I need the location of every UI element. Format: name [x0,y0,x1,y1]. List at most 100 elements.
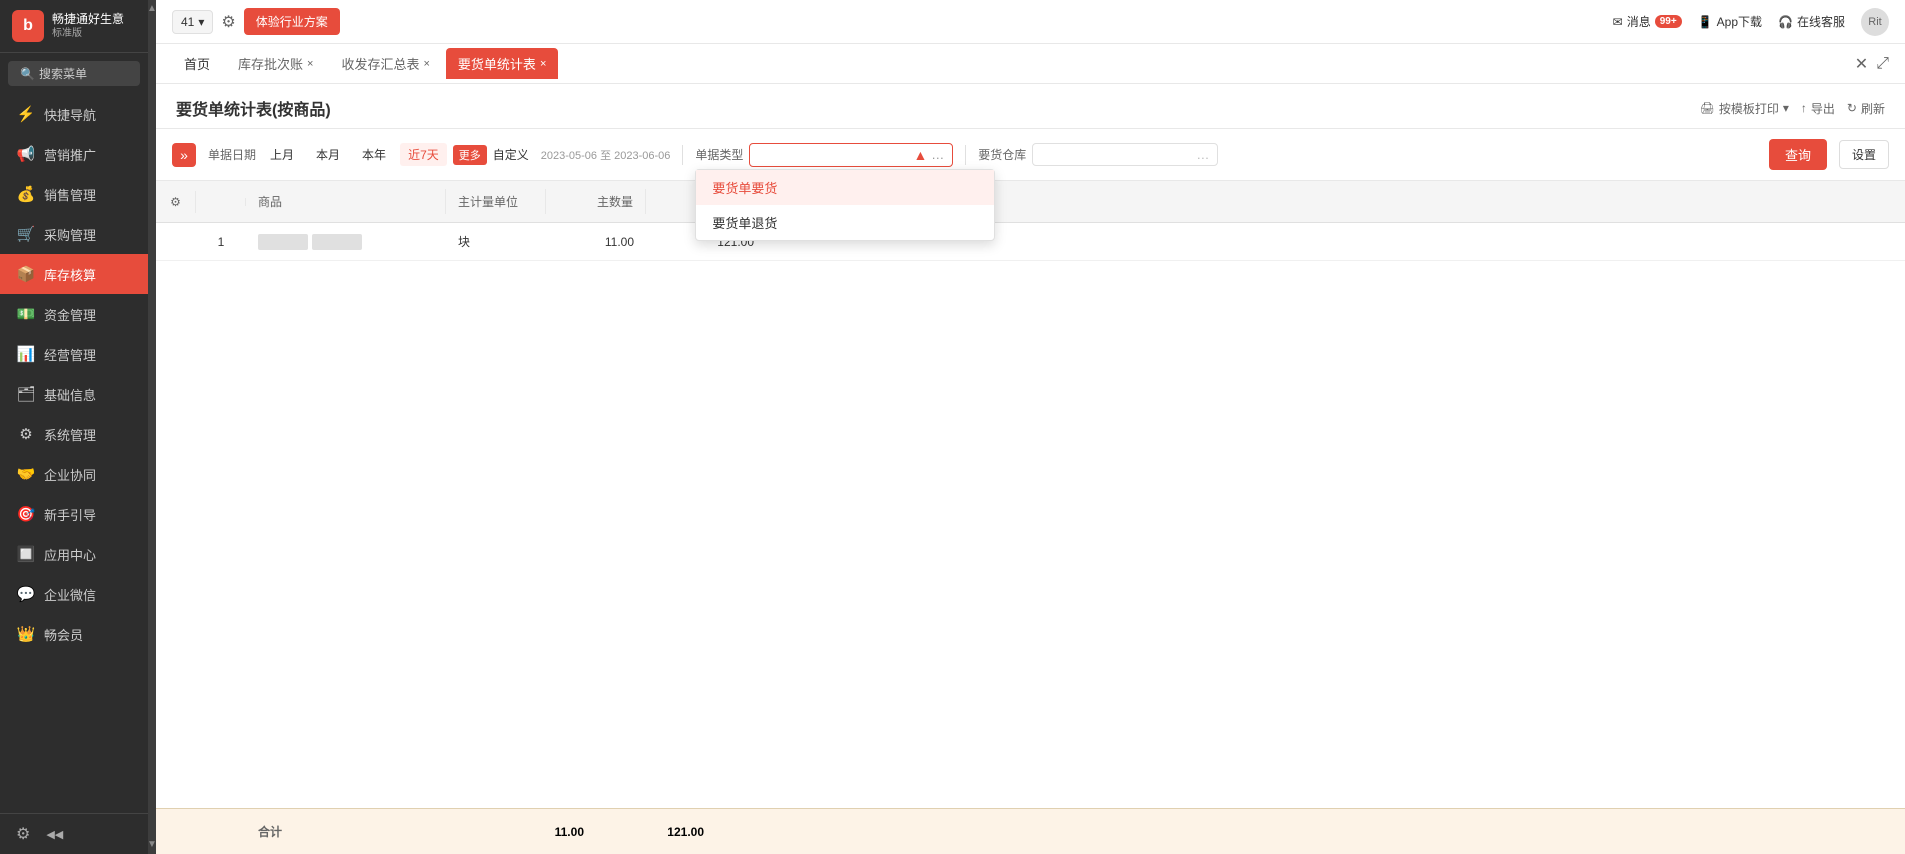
td-settings [156,238,196,246]
sidebar-item-新手引导[interactable]: 🎯 新手引导 [0,494,148,534]
tab-close-2[interactable]: × [423,58,429,70]
notification-badge: 99+ [1655,15,1682,28]
store-selector[interactable]: 41 ▾ [172,10,213,34]
page-actions: 🖨 按模板打印 ▾ ↑ 导出 ↻ 刷新 [1700,100,1885,117]
collapse-footer-icon[interactable]: ◀◀ [46,828,63,841]
filter-bar: » 单据日期 上月 本月 本年 近7天 更多 自定义 2023-05-06 至 … [156,129,1905,181]
expand-tab-icon[interactable]: ⤢ [1876,55,1889,73]
date-btn-this-year[interactable]: 本年 [354,143,394,166]
dropdown-item-0[interactable]: 要货单要货 [696,170,994,205]
sidebar-search[interactable]: 🔍 搜索菜单 [8,61,140,86]
trial-button[interactable]: 体验行业方案 [244,8,340,35]
sidebar-item-经营管理[interactable]: 📊 经营管理 [0,334,148,374]
user-avatar[interactable]: Rit [1861,8,1889,36]
settings-footer-icon[interactable]: ⚙ [16,824,30,844]
page-header: 要货单统计表(按商品) 🖨 按模板打印 ▾ ↑ 导出 ↻ 刷新 [156,84,1905,129]
app-version: 标准版 [52,27,124,40]
nav-icon-6: 📊 [16,344,36,364]
online-service-action[interactable]: 🎧 在线客服 [1778,13,1845,30]
footer-total-qty: 11.00 [496,821,596,843]
table-wrap: ⚙ 商品 主计量单位 主数量 零售金额 1 [156,181,1905,854]
dropdown-item-1[interactable]: 要货单退货 [696,205,994,240]
filter-separator-2 [965,145,966,165]
warehouse-more-icon[interactable]: … [1196,147,1209,162]
print-template-button[interactable]: 🖨 按模板打印 ▾ [1700,100,1789,117]
nav-icon-3: 🛒 [16,224,36,244]
sidebar-item-企业微信[interactable]: 💬 企业微信 [0,574,148,614]
type-filter-dropdown: 要货单要货 要货单退货 [695,169,995,241]
sidebar-item-基础信息[interactable]: 🗂 基础信息 [0,374,148,414]
close-tab-icon[interactable]: ✕ [1855,54,1868,74]
topbar-settings-icon[interactable]: ⚙ [221,12,235,32]
topbar: 41 ▾ ⚙ 体验行业方案 ✉ 消息 99+ 📱 App下载 🎧 在线客服 Ri… [156,0,1905,44]
td-seq: 1 [196,231,246,253]
search-label: 搜索菜单 [39,65,87,82]
sidebar-item-采购管理[interactable]: 🛒 采购管理 [0,214,148,254]
nav-label-13: 畅会员 [44,625,83,644]
table-row: 1 块 11.00 121.00 [156,223,1905,261]
sidebar-item-库存核算[interactable]: 📦 库存核算 [0,254,148,294]
sidebar-item-销售管理[interactable]: 💰 销售管理 [0,174,148,214]
app-download-action[interactable]: 📱 App下载 [1698,13,1762,30]
nav-label-12: 企业微信 [44,585,96,604]
nav-label-4: 库存核算 [44,265,96,284]
query-button[interactable]: 查询 [1769,139,1827,170]
date-range-display: 2023-05-06 至 2023-06-06 [541,147,671,163]
td-unit: 块 [446,229,546,254]
content-area: 要货单统计表(按商品) 🖨 按模板打印 ▾ ↑ 导出 ↻ 刷新 » [156,84,1905,854]
sidebar-nav: ⚡ 快捷导航 📢 营销推广 💰 销售管理 🛒 采购管理 📦 库存核算 💵 资金管… [0,94,148,813]
nav-label-6: 经营管理 [44,345,96,364]
tab-label-1: 库存批次账 [238,54,303,73]
chevron-down-icon: ▾ [198,15,204,29]
sidebar-footer: ⚙ ◀◀ [0,813,148,854]
page-title: 要货单统计表(按商品) [176,96,331,120]
th-settings[interactable]: ⚙ [156,191,196,213]
footer-total-amount: 121.00 [596,821,716,843]
sidebar-item-资金管理[interactable]: 💵 资金管理 [0,294,148,334]
warehouse-filter-group: 要货仓库 … [978,143,1218,166]
td-qty: 11.00 [546,231,646,253]
footer-total-label: 合计 [246,819,496,844]
type-filter-more-icon[interactable]: … [931,147,944,162]
user-name: Rit [1868,16,1881,28]
type-filter-arrow-icon[interactable]: ▲ [913,147,927,163]
sidebar-item-企业协同[interactable]: 🤝 企业协同 [0,454,148,494]
sidebar-item-快捷导航[interactable]: ⚡ 快捷导航 [0,94,148,134]
tab-close-3[interactable]: × [540,58,546,70]
date-more-btn[interactable]: 更多 [453,145,487,165]
tab-close-1[interactable]: × [307,58,313,70]
date-btn-7days[interactable]: 近7天 [400,143,447,166]
date-filter-group: 单据日期 上月 本月 本年 近7天 更多 自定义 2023-05-06 至 20… [208,143,670,166]
sidebar-item-应用中心[interactable]: 🔲 应用中心 [0,534,148,574]
nav-icon-9: 🤝 [16,464,36,484]
main-area: 41 ▾ ⚙ 体验行业方案 ✉ 消息 99+ 📱 App下载 🎧 在线客服 Ri… [156,0,1905,854]
nav-icon-2: 💰 [16,184,36,204]
notification-label: 消息 [1627,13,1651,30]
app-name: 畅捷通好生意 [52,12,124,28]
type-filter-group: 单据类型 ▲ … 要货单要货 要货单退货 [695,143,953,167]
type-filter-label: 单据类型 [695,146,743,163]
warehouse-filter-input[interactable] [1041,148,1196,162]
type-filter-input[interactable] [758,148,913,162]
sidebar-item-营销推广[interactable]: 📢 营销推广 [0,134,148,174]
tab-1[interactable]: 库存批次账 × [226,48,325,79]
date-btn-last-month[interactable]: 上月 [262,143,302,166]
tab-3[interactable]: 要货单统计表× [446,48,558,79]
notifications-action[interactable]: ✉ 消息 99+ [1613,13,1682,30]
export-button[interactable]: ↑ 导出 [1801,100,1835,117]
tab-0[interactable]: 首页 [172,48,222,79]
print-chevron-icon: ▾ [1783,101,1789,115]
refresh-button[interactable]: ↻ 刷新 [1847,100,1885,117]
filter-expand-button[interactable]: » [172,143,196,167]
tab-2[interactable]: 收发存汇总表× [329,48,441,79]
nav-label-10: 新手引导 [44,505,96,524]
date-custom-btn[interactable]: 自定义 [493,146,529,163]
date-btn-this-month[interactable]: 本月 [308,143,348,166]
settings-button[interactable]: 设置 [1839,140,1889,169]
sidebar-item-系统管理[interactable]: ⚙ 系统管理 [0,414,148,454]
nav-icon-5: 💵 [16,304,36,324]
nav-icon-10: 🎯 [16,504,36,524]
nav-label-3: 采购管理 [44,225,96,244]
sidebar-item-畅会员[interactable]: 👑 畅会员 [0,614,148,654]
product-tag-1 [258,234,308,250]
